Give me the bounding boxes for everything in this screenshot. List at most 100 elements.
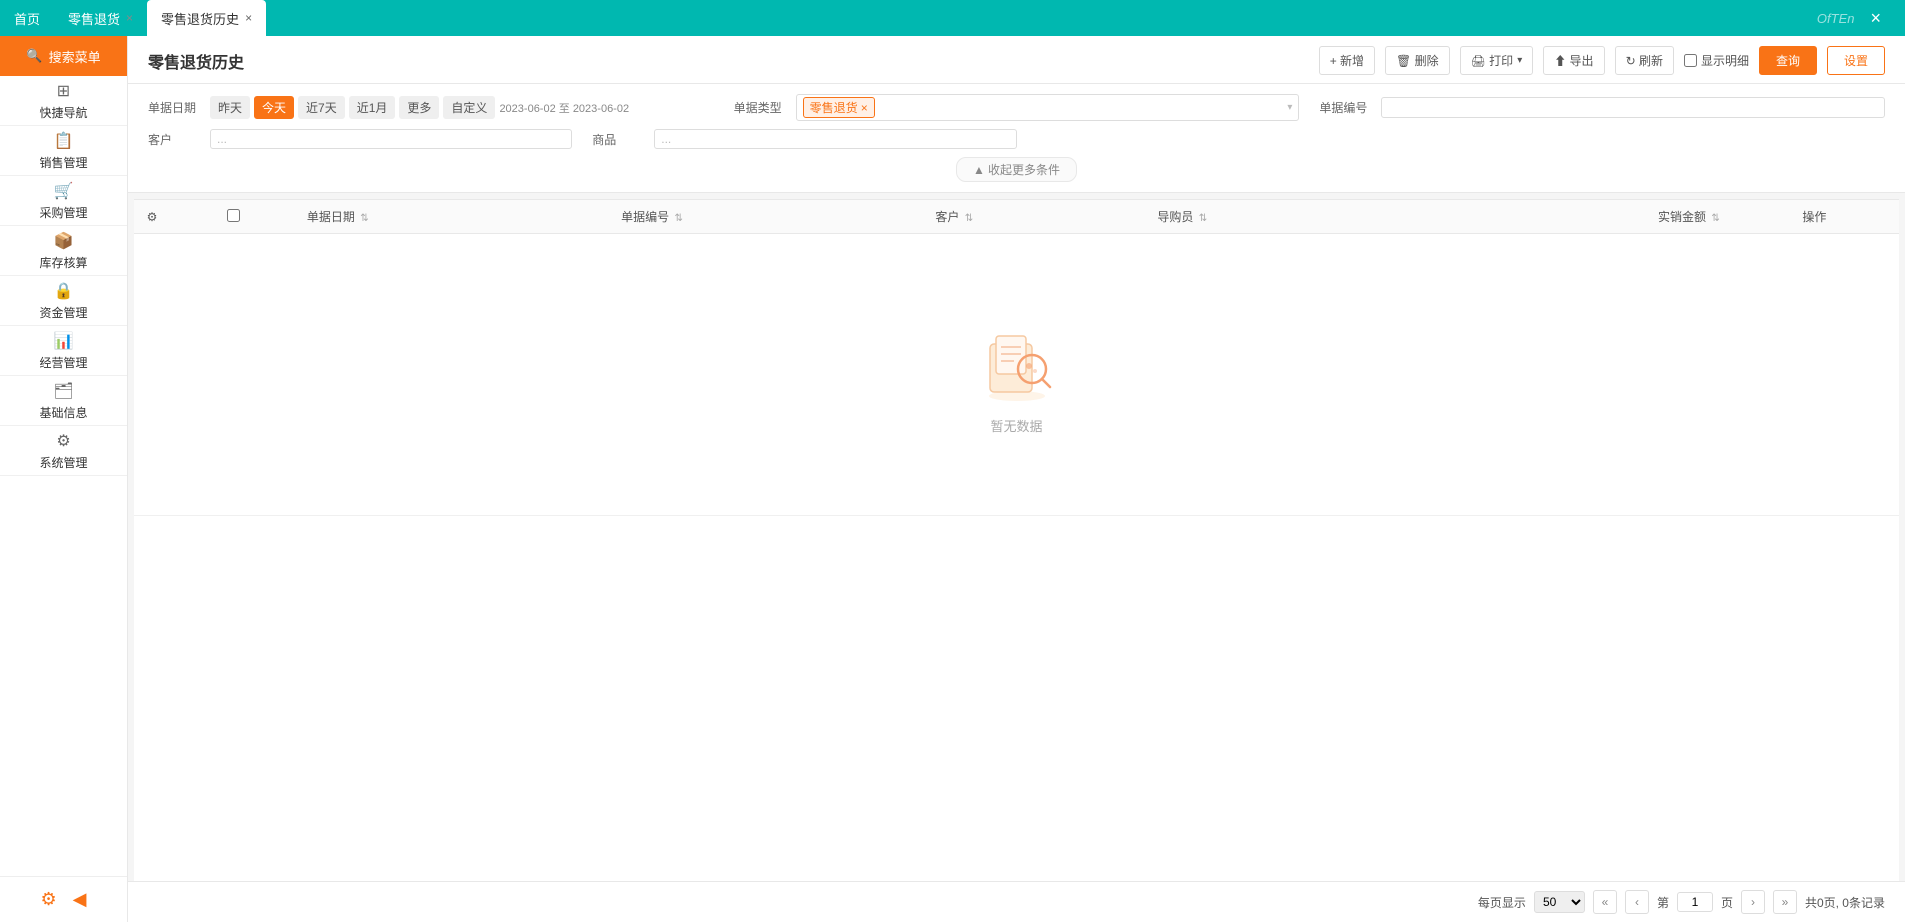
sidebar-item-inventory[interactable]: 📦 库存核算 <box>0 226 127 276</box>
tab-retail-return-history[interactable]: 零售退货历史 × <box>147 0 266 36</box>
prev-page-button[interactable]: ‹ <box>1625 890 1649 914</box>
date-btn-more[interactable]: 更多 <box>399 96 439 119</box>
col-action: 操作 <box>1730 200 1899 234</box>
sidebar-item-system[interactable]: ⚙ 系统管理 <box>0 426 127 476</box>
doc-number-label: 单据编号 <box>1319 99 1375 116</box>
customer-label: 客户 <box>148 131 204 148</box>
sidebar: 🔍 搜索菜单 ⊞ 快捷导航 📋 销售管理 🛒 采购管理 📦 库存核算 🔒 资金管… <box>0 36 128 922</box>
data-table: ⚙ 单据日期 ⇅ 单据编号 ⇅ 客户 ⇅ <box>134 199 1899 516</box>
content-area: 零售退货历史 + 新增 🗑 删除 🖨 打印 ▾ ⬆ 导出 ↻ 刷新 显示明细 查… <box>128 36 1905 922</box>
date-btn-today[interactable]: 今天 <box>254 96 294 119</box>
table-container: ⚙ 单据日期 ⇅ 单据编号 ⇅ 客户 ⇅ <box>134 199 1899 881</box>
sort-guide-icon: ⇅ <box>1199 213 1207 224</box>
sidebar-bottom: ⚙ ◀ <box>0 876 127 922</box>
refresh-button[interactable]: ↻ 刷新 <box>1615 46 1674 75</box>
close-retail-return-tab[interactable]: × <box>126 11 133 25</box>
filter-row-1: 单据日期 昨天 今天 近7天 近1月 更多 自定义 2023-06-02 至 2… <box>148 94 1885 121</box>
toolbar: + 新增 🗑 删除 🖨 打印 ▾ ⬆ 导出 ↻ 刷新 显示明细 查询 设置 <box>1319 46 1885 75</box>
finance-icon: 🔒 <box>54 281 74 301</box>
col-guide[interactable]: 导购员 ⇅ <box>1147 200 1415 234</box>
col-date[interactable]: 单据日期 ⇅ <box>297 200 611 234</box>
new-button[interactable]: + 新增 <box>1319 46 1375 75</box>
collapse-button[interactable]: ▲ 收起更多条件 <box>956 157 1077 182</box>
goods-label: 商品 <box>592 131 648 148</box>
close-history-tab[interactable]: × <box>245 11 252 25</box>
collapse-row: ▲ 收起更多条件 <box>148 157 1885 182</box>
sidebar-search[interactable]: 🔍 搜索菜单 <box>0 36 127 76</box>
operations-icon: 📊 <box>54 331 74 351</box>
date-btn-1month[interactable]: 近1月 <box>349 96 396 119</box>
sales-icon: 📋 <box>54 131 74 151</box>
col-setting[interactable]: ⚙ <box>134 200 170 234</box>
page-title: 零售退货历史 <box>148 49 244 73</box>
date-range-display: 2023-06-02 至 2023-06-02 <box>499 100 629 116</box>
show-detail-checkbox-label[interactable]: 显示明细 <box>1684 52 1749 69</box>
last-page-button[interactable]: » <box>1773 890 1797 914</box>
sidebar-item-finance[interactable]: 🔒 资金管理 <box>0 276 127 326</box>
sidebar-item-sales[interactable]: 📋 销售管理 <box>0 126 127 176</box>
col-customer[interactable]: 客户 ⇅ <box>925 200 1147 234</box>
search-icon: 🔍 <box>26 48 42 64</box>
doc-number-input[interactable] <box>1381 97 1885 118</box>
sort-date-icon: ⇅ <box>360 213 368 224</box>
first-page-button[interactable]: « <box>1593 890 1617 914</box>
page-number-input[interactable] <box>1677 892 1713 912</box>
date-btn-yesterday[interactable]: 昨天 <box>210 96 250 119</box>
doc-type-label: 单据类型 <box>734 99 790 116</box>
page-size-label: 每页显示 <box>1478 894 1526 911</box>
col-doc-no[interactable]: 单据编号 ⇅ <box>611 200 925 234</box>
select-all-checkbox[interactable] <box>227 209 240 222</box>
main-layout: 🔍 搜索菜单 ⊞ 快捷导航 📋 销售管理 🛒 采购管理 📦 库存核算 🔒 资金管… <box>0 36 1905 922</box>
basic-info-icon: 🗂 <box>53 381 73 401</box>
close-window-icon[interactable]: × <box>1862 8 1889 29</box>
col-amount[interactable]: 实销金额 ⇅ <box>1415 200 1729 234</box>
doc-type-chevron: ▾ <box>1287 102 1292 113</box>
setting-button[interactable]: 设置 <box>1827 46 1885 75</box>
inventory-icon: 📦 <box>54 231 74 251</box>
filter-area: 单据日期 昨天 今天 近7天 近1月 更多 自定义 2023-06-02 至 2… <box>128 84 1905 193</box>
date-filter-buttons: 昨天 今天 近7天 近1月 更多 自定义 2023-06-02 至 2023-0… <box>210 96 629 119</box>
page-header: 零售退货历史 + 新增 🗑 删除 🖨 打印 ▾ ⬆ 导出 ↻ 刷新 显示明细 查… <box>128 36 1905 84</box>
next-page-button[interactable]: › <box>1741 890 1765 914</box>
top-bar-right: OfTEn × <box>1817 8 1905 29</box>
show-detail-checkbox[interactable] <box>1684 54 1697 67</box>
watermark-text: OfTEn <box>1817 11 1855 26</box>
doc-type-input[interactable]: 零售退货 × ▾ <box>796 94 1300 121</box>
sort-docno-icon: ⇅ <box>674 213 682 224</box>
doc-type-filter-group: 单据类型 零售退货 × ▾ <box>734 94 1300 121</box>
pagination-bar: 每页显示 10 20 50 100 « ‹ 第 页 › » 共0页, 0条记录 <box>128 881 1905 922</box>
goods-filter-group: 商品 ... <box>592 129 1016 149</box>
customer-input[interactable]: ... <box>210 129 572 149</box>
sidebar-item-quick-nav[interactable]: ⊞ 快捷导航 <box>0 76 127 126</box>
date-filter-group: 单据日期 昨天 今天 近7天 近1月 更多 自定义 2023-06-02 至 2… <box>148 96 714 119</box>
sidebar-item-operations[interactable]: 📊 经营管理 <box>0 326 127 376</box>
purchase-icon: 🛒 <box>54 181 74 201</box>
query-button[interactable]: 查询 <box>1759 46 1817 75</box>
customer-filter-group: 客户 ... <box>148 129 572 149</box>
total-label: 共0页, 0条记录 <box>1805 894 1885 911</box>
date-btn-7days[interactable]: 近7天 <box>298 96 345 119</box>
date-filter-label: 单据日期 <box>148 99 204 116</box>
top-bar: 首页 零售退货 × 零售退货历史 × OfTEn × <box>0 0 1905 36</box>
quick-nav-icon: ⊞ <box>57 81 70 101</box>
collapse-sidebar-icon[interactable]: ◀ <box>73 889 87 910</box>
print-button[interactable]: 🖨 打印 ▾ <box>1460 46 1534 75</box>
export-button[interactable]: ⬆ 导出 <box>1543 46 1604 75</box>
date-btn-custom[interactable]: 自定义 <box>443 96 495 119</box>
doc-number-filter-group: 单据编号 <box>1319 97 1885 118</box>
sort-amount-icon: ⇅ <box>1711 213 1719 224</box>
settings-bottom-icon[interactable]: ⚙ <box>41 889 57 910</box>
tab-home[interactable]: 首页 <box>0 0 54 36</box>
page-size-select[interactable]: 10 20 50 100 <box>1534 891 1585 913</box>
delete-button[interactable]: 🗑 删除 <box>1385 46 1450 75</box>
collapse-up-icon: ▲ <box>973 163 985 177</box>
goods-input[interactable]: ... <box>654 129 1016 149</box>
tab-retail-return[interactable]: 零售退货 × <box>54 0 147 36</box>
doc-type-tag-close[interactable]: × <box>861 101 868 115</box>
empty-illustration <box>972 314 1062 404</box>
doc-type-tag: 零售退货 × <box>803 97 875 118</box>
sidebar-item-basic-info[interactable]: 🗂 基础信息 <box>0 376 127 426</box>
sidebar-item-purchase[interactable]: 🛒 采购管理 <box>0 176 127 226</box>
page-label-before: 第 <box>1657 894 1669 911</box>
col-checkbox[interactable] <box>170 200 297 234</box>
